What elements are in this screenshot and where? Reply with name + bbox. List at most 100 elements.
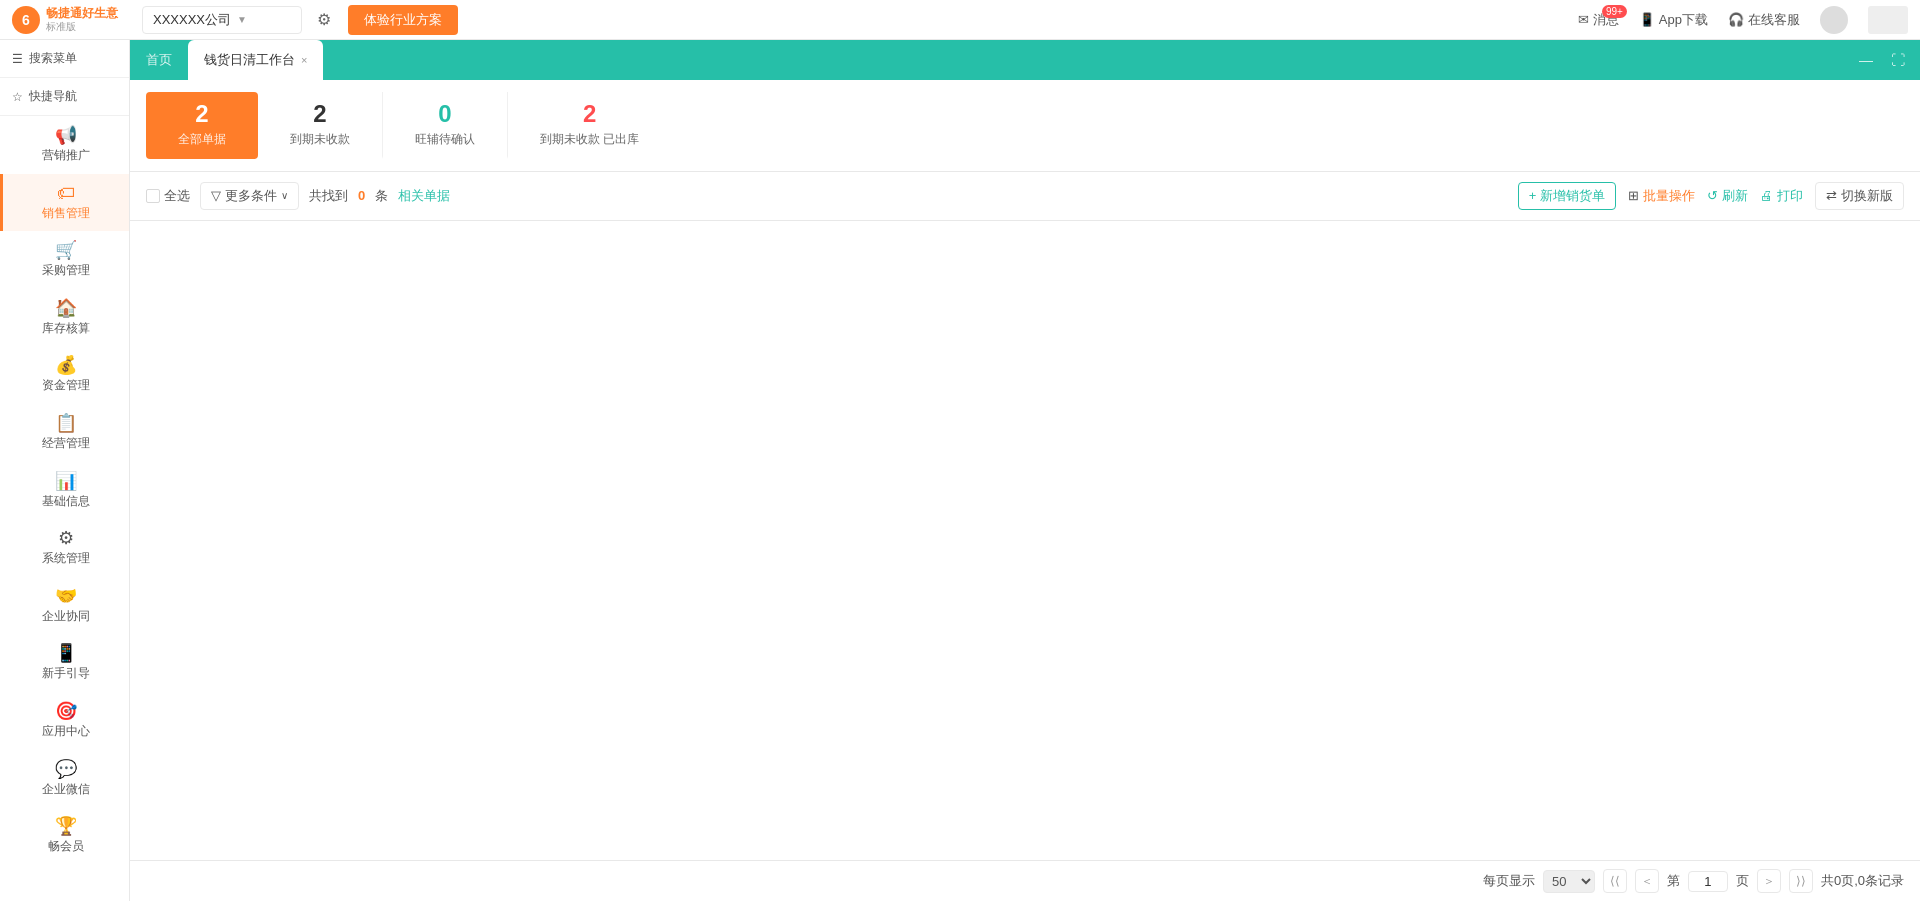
sidebar-label-purchase: 采购管理 <box>42 263 90 279</box>
toolbar: 全选 ▽ 更多条件 ∨ 共找到 0 条 相关单据 + 新增销货单 ⊞ <box>130 172 1920 221</box>
tab-active[interactable]: 钱货日清工作台 × <box>188 40 323 80</box>
batch-label: 批量操作 <box>1643 187 1695 205</box>
finance-icon: 💰 <box>55 356 77 374</box>
page-size-select[interactable]: 50 10 20 100 <box>1543 870 1595 893</box>
print-button[interactable]: 🖨 打印 <box>1760 187 1803 205</box>
sidebar-label-appcenter: 应用中心 <box>42 724 90 740</box>
tab-close-icon[interactable]: × <box>301 54 307 66</box>
quick-nav-label: 快捷导航 <box>29 88 77 105</box>
logo-text-area: 畅捷通好生意 标准版 <box>46 6 118 32</box>
star-icon: ☆ <box>12 90 23 104</box>
appcenter-icon: 🎯 <box>55 702 77 720</box>
page-next-button[interactable]: ＞ <box>1757 869 1781 893</box>
found-prefix: 共找到 <box>309 187 348 205</box>
tab-actions: — ⛶ <box>1852 46 1920 74</box>
refresh-button[interactable]: ↺ 刷新 <box>1707 187 1748 205</box>
related-link[interactable]: 相关单据 <box>398 187 450 205</box>
guide-icon: 📱 <box>55 644 77 662</box>
search-menu-item[interactable]: ☰ 搜索菜单 <box>0 40 129 78</box>
tab-minimize-icon[interactable]: — <box>1852 46 1880 74</box>
print-icon: 🖨 <box>1760 188 1773 203</box>
quick-nav-item[interactable]: ☆ 快捷导航 <box>0 78 129 116</box>
app-download-label: App下载 <box>1659 11 1708 29</box>
batch-action-button[interactable]: ⊞ 批量操作 <box>1628 187 1695 205</box>
summary-card-pending[interactable]: 0 旺辅待确认 <box>383 92 508 159</box>
add-order-button[interactable]: + 新增销货单 <box>1518 182 1616 210</box>
message-button[interactable]: ✉ 消息 99+ <box>1578 11 1619 29</box>
summary-num-pending: 0 <box>438 100 451 129</box>
pagination-bar: 每页显示 50 10 20 100 ⟨⟨ ＜ 第 页 ＞ ⟩⟩ 共0页,0条记录 <box>130 860 1920 901</box>
sidebar-item-guide[interactable]: 📱 新手引导 <box>0 634 129 692</box>
toolbar-right: + 新增销货单 ⊞ 批量操作 ↺ 刷新 🖨 打印 ⇄ <box>1518 182 1904 210</box>
filter-label: 更多条件 <box>225 187 277 205</box>
company-selector[interactable]: XXXXXX公司 ▼ <box>142 6 302 34</box>
total-info: 共0页,0条记录 <box>1821 872 1904 890</box>
summary-section: 2 全部单据 2 到期未收款 0 旺辅待确认 2 到期未收款 已出库 <box>130 80 1920 172</box>
switch-icon: ⇄ <box>1826 188 1837 203</box>
sidebar-item-finance[interactable]: 💰 资金管理 <box>0 346 129 404</box>
try-button[interactable]: 体验行业方案 <box>348 5 458 35</box>
sidebar-item-wechat[interactable]: 💬 企业微信 <box>0 750 129 808</box>
select-all-checkbox[interactable]: 全选 <box>146 187 190 205</box>
switch-version-button[interactable]: ⇄ 切换新版 <box>1815 182 1904 210</box>
batch-icon: ⊞ <box>1628 188 1639 203</box>
tab-bar: 首页 钱货日清工作台 × — ⛶ <box>130 40 1920 80</box>
sidebar-item-appcenter[interactable]: 🎯 应用中心 <box>0 692 129 750</box>
message-badge: 99+ <box>1602 5 1627 18</box>
summary-label-overdue: 到期未收款 <box>290 131 350 148</box>
sidebar-label-sales: 销售管理 <box>42 206 90 222</box>
page-number-input[interactable] <box>1688 871 1728 892</box>
page-unit-label: 页 <box>1736 872 1749 890</box>
operations-icon: 📋 <box>55 414 77 432</box>
switch-label: 切换新版 <box>1841 187 1893 205</box>
enterprise-icon: 🤝 <box>55 587 77 605</box>
refresh-label: 刷新 <box>1722 187 1748 205</box>
sidebar-item-basic[interactable]: 📊 基础信息 <box>0 462 129 520</box>
sidebar-item-purchase[interactable]: 🛒 采购管理 <box>0 231 129 289</box>
app-download-button[interactable]: 📱 App下载 <box>1639 11 1708 29</box>
user-avatar[interactable] <box>1820 6 1848 34</box>
sidebar-item-marketing[interactable]: 📢 营销推广 <box>0 116 129 174</box>
page-last-button[interactable]: ⟩⟩ <box>1789 869 1813 893</box>
inventory-icon: 🏠 <box>55 299 77 317</box>
sidebar-label-wechat: 企业微信 <box>42 782 90 798</box>
download-icon: 📱 <box>1639 12 1655 27</box>
sidebar-item-operations[interactable]: 📋 经营管理 <box>0 404 129 462</box>
summary-card-all[interactable]: 2 全部单据 <box>146 92 258 159</box>
page-area: 2 全部单据 2 到期未收款 0 旺辅待确认 2 到期未收款 已出库 <box>130 80 1920 901</box>
tab-home[interactable]: 首页 <box>130 40 188 80</box>
found-count: 0 <box>358 188 365 203</box>
sidebar-label-finance: 资金管理 <box>42 378 90 394</box>
checkbox-icon <box>146 189 160 203</box>
basic-icon: 📊 <box>55 472 77 490</box>
page-label: 第 <box>1667 872 1680 890</box>
logo-area: 6 畅捷通好生意 标准版 <box>12 6 142 34</box>
sidebar-item-member[interactable]: 🏆 畅会员 <box>0 807 129 865</box>
sidebar-item-sales[interactable]: 🏷 销售管理 <box>0 174 129 232</box>
user-name-area[interactable] <box>1868 6 1908 34</box>
summary-card-shipped[interactable]: 2 到期未收款 已出库 <box>508 92 671 159</box>
sidebar-label-enterprise: 企业协同 <box>42 609 90 625</box>
tab-active-label: 钱货日清工作台 <box>204 51 295 69</box>
refresh-icon: ↺ <box>1707 188 1718 203</box>
sidebar-item-inventory[interactable]: 🏠 库存核算 <box>0 289 129 347</box>
settings-icon[interactable]: ⚙ <box>310 6 338 34</box>
main-content: 首页 钱货日清工作台 × — ⛶ 2 全部单据 <box>130 40 1920 901</box>
company-dropdown-icon: ▼ <box>237 14 247 25</box>
select-all-label: 全选 <box>164 187 190 205</box>
logo-sub: 标准版 <box>46 21 118 33</box>
sidebar-item-system[interactable]: ⚙ 系统管理 <box>0 519 129 577</box>
tab-maximize-icon[interactable]: ⛶ <box>1884 46 1912 74</box>
header-right: ✉ 消息 99+ 📱 App下载 🎧 在线客服 <box>1578 6 1908 34</box>
online-service-button[interactable]: 🎧 在线客服 <box>1728 11 1800 29</box>
found-unit: 条 <box>375 187 388 205</box>
top-header: 6 畅捷通好生意 标准版 XXXXXX公司 ▼ ⚙ 体验行业方案 ✉ 消息 99… <box>0 0 1920 40</box>
filter-button[interactable]: ▽ 更多条件 ∨ <box>200 182 299 210</box>
empty-state <box>130 221 1920 860</box>
sidebar-item-enterprise[interactable]: 🤝 企业协同 <box>0 577 129 635</box>
summary-card-overdue[interactable]: 2 到期未收款 <box>258 92 383 159</box>
page-first-button[interactable]: ⟨⟨ <box>1603 869 1627 893</box>
page-prev-button[interactable]: ＜ <box>1635 869 1659 893</box>
company-name: XXXXXX公司 <box>153 11 231 29</box>
purchase-icon: 🛒 <box>55 241 77 259</box>
